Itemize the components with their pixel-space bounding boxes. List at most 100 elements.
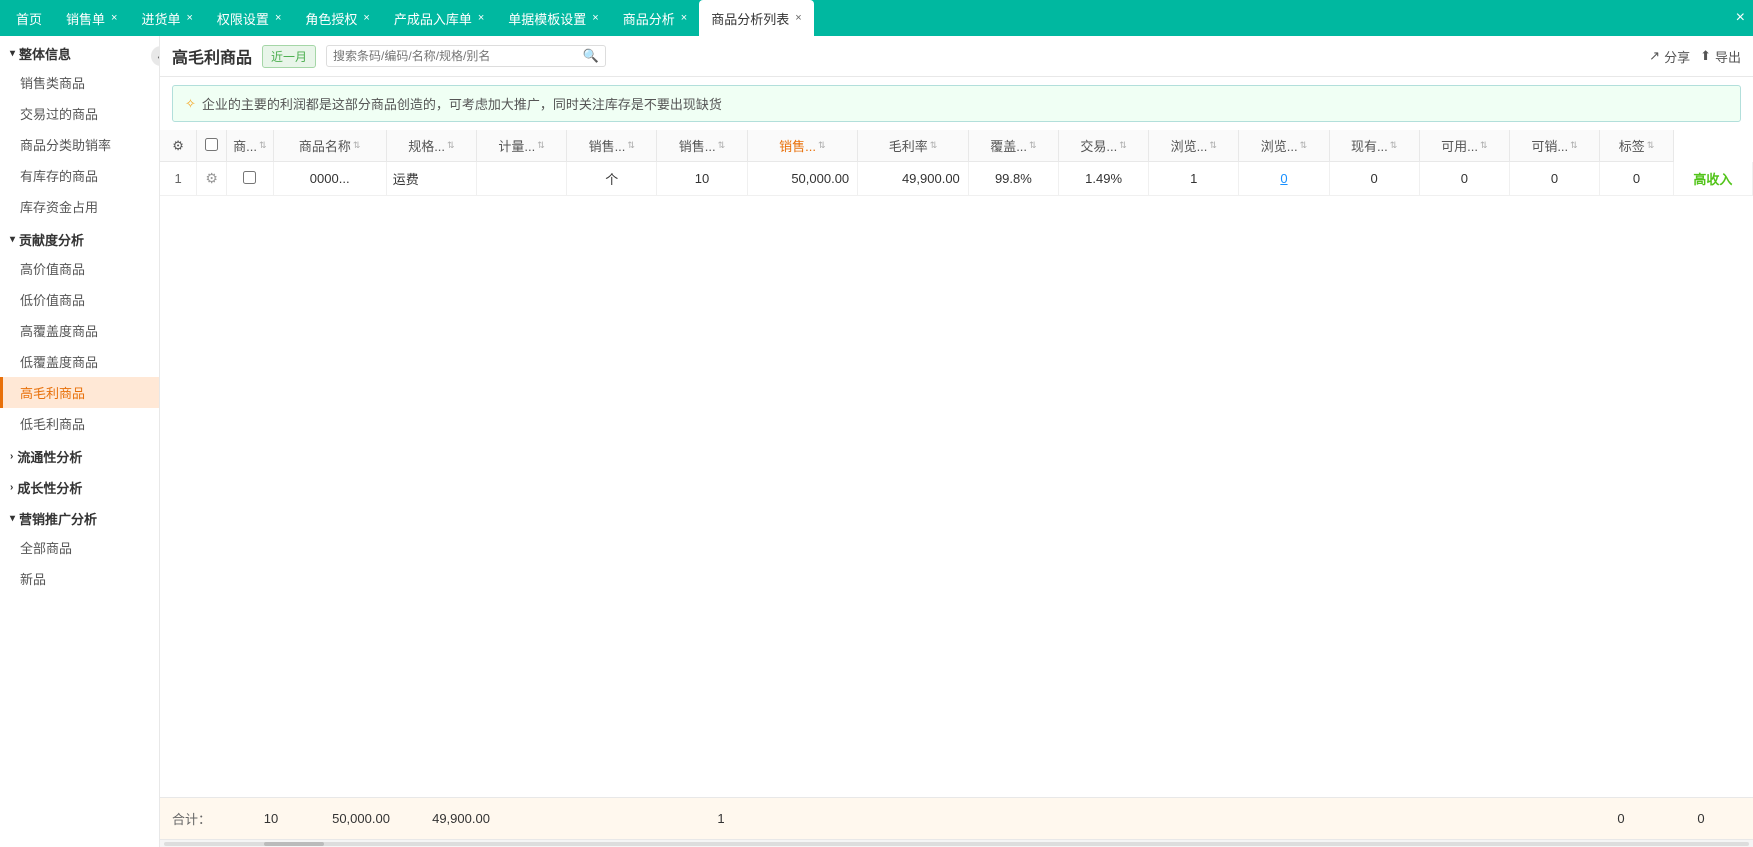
sidebar-item-all-goods[interactable]: 全部商品 bbox=[0, 532, 159, 563]
row-checkbox-cell[interactable] bbox=[227, 162, 273, 196]
col-sales1[interactable]: 销售... ⇅ bbox=[567, 130, 657, 162]
footer-available: 0 bbox=[1661, 811, 1741, 826]
row-browse1[interactable]: 0 bbox=[1239, 162, 1329, 196]
col-settings[interactable]: ⚙ bbox=[160, 130, 197, 162]
col-spec[interactable]: 规格... ⇅ bbox=[386, 130, 476, 162]
close-all-btn[interactable]: × bbox=[1736, 9, 1745, 27]
col-code[interactable]: 商... ⇅ bbox=[227, 130, 273, 162]
col-coverage[interactable]: 覆盖... ⇅ bbox=[968, 130, 1058, 162]
close-template-settings[interactable]: × bbox=[592, 12, 598, 24]
col-spec-sort-icon: ⇅ bbox=[447, 140, 455, 151]
main-container: « ▾ 整体信息 销售类商品 交易过的商品 商品分类助销率 有库存的商品 库存资… bbox=[0, 36, 1753, 847]
sidebar-group-flow[interactable]: › 流通性分析 bbox=[0, 439, 159, 470]
col-name[interactable]: 商品名称 ⇅ bbox=[273, 130, 386, 162]
footer-total-label: 合计： bbox=[172, 809, 211, 828]
row-sales3: 49,900.00 bbox=[858, 162, 969, 196]
search-icon[interactable]: 🔍 bbox=[583, 48, 599, 64]
col-transactions[interactable]: 交易... ⇅ bbox=[1058, 130, 1148, 162]
scrollbar-area[interactable] bbox=[160, 839, 1753, 847]
sidebar-item-low-coverage[interactable]: 低覆盖度商品 bbox=[0, 346, 159, 377]
page-title: 高毛利商品 bbox=[172, 44, 252, 68]
sidebar-group-contribution[interactable]: ▾ 贡献度分析 bbox=[0, 222, 159, 253]
row-sales2: 50,000.00 bbox=[747, 162, 858, 196]
col-browse1-sort-icon: ⇅ bbox=[1209, 140, 1217, 151]
nav-goods-analysis-list[interactable]: 商品分析列表 × bbox=[699, 0, 813, 36]
sidebar-item-high-coverage[interactable]: 高覆盖度商品 bbox=[0, 315, 159, 346]
row-checkbox[interactable] bbox=[243, 171, 256, 184]
sidebar-item-new-goods[interactable]: 新品 bbox=[0, 563, 159, 594]
close-sales-order[interactable]: × bbox=[111, 12, 117, 24]
nav-role-auth[interactable]: 角色授权 × bbox=[293, 0, 381, 36]
col-sales3[interactable]: 销售... ⇅ bbox=[747, 130, 858, 162]
col-transactions-sort-icon: ⇅ bbox=[1119, 140, 1127, 151]
nav-template-settings[interactable]: 单据模板设置 × bbox=[496, 0, 610, 36]
col-unit-sort-icon: ⇅ bbox=[537, 140, 545, 151]
footer-sales2: 50,000.00 bbox=[311, 811, 411, 826]
sidebar-group-growth[interactable]: › 成长性分析 bbox=[0, 470, 159, 501]
col-sales2-sort-icon: ⇅ bbox=[718, 140, 726, 151]
col-browse2[interactable]: 浏览... ⇅ bbox=[1239, 130, 1329, 162]
row-code: 0000... bbox=[273, 162, 386, 196]
col-browse2-sort-icon: ⇅ bbox=[1300, 140, 1308, 151]
close-product-instock[interactable]: × bbox=[478, 12, 484, 24]
export-btn[interactable]: ⬆ 导出 bbox=[1700, 47, 1741, 66]
tip-icon: ✧ bbox=[185, 96, 196, 112]
sidebar-item-traded-goods[interactable]: 交易过的商品 bbox=[0, 98, 159, 129]
row-browse2: 0 bbox=[1329, 162, 1419, 196]
tip-bar: ✧ 企业的主要的利润都是这部分商品创造的，可考虑加大推广，同时关注库存是不要出现… bbox=[172, 85, 1741, 122]
row-sales1: 10 bbox=[657, 162, 747, 196]
nav-purchase-order[interactable]: 进货单 × bbox=[129, 0, 204, 36]
goods-table: ⚙ 商... ⇅ 商品名称 bbox=[160, 130, 1753, 196]
share-btn[interactable]: ↗ 分享 bbox=[1649, 47, 1690, 66]
sidebar-item-low-margin[interactable]: 低毛利商品 bbox=[0, 408, 159, 439]
close-role-auth[interactable]: × bbox=[363, 12, 369, 24]
close-goods-analysis-list[interactable]: × bbox=[795, 12, 801, 24]
col-gross-rate[interactable]: 毛利率 ⇅ bbox=[858, 130, 969, 162]
col-saleable[interactable]: 可销... ⇅ bbox=[1509, 130, 1599, 162]
col-sales2[interactable]: 销售... ⇅ bbox=[657, 130, 747, 162]
search-box: 🔍 bbox=[326, 45, 606, 67]
close-permission-settings[interactable]: × bbox=[275, 12, 281, 24]
sidebar-item-high-margin[interactable]: 高毛利商品 bbox=[0, 377, 159, 408]
top-nav: 首页 销售单 × 进货单 × 权限设置 × 角色授权 × 产成品入库单 × 单据… bbox=[0, 0, 1753, 36]
nav-goods-analysis[interactable]: 商品分析 × bbox=[611, 0, 699, 36]
row-coverage: 1.49% bbox=[1058, 162, 1148, 196]
select-all-checkbox[interactable] bbox=[205, 138, 218, 151]
content-header: 高毛利商品 近一月 🔍 ↗ 分享 ⬆ 导出 bbox=[160, 36, 1753, 77]
row-current: 0 bbox=[1419, 162, 1509, 196]
search-input[interactable] bbox=[333, 49, 583, 63]
row-settings[interactable]: ⚙ bbox=[197, 162, 227, 196]
col-tag[interactable]: 标签 ⇅ bbox=[1600, 130, 1674, 162]
filter-recent-month-btn[interactable]: 近一月 bbox=[262, 45, 316, 68]
nav-permission-settings[interactable]: 权限设置 × bbox=[205, 0, 293, 36]
nav-sales-order[interactable]: 销售单 × bbox=[54, 0, 129, 36]
close-goods-analysis[interactable]: × bbox=[681, 12, 687, 24]
contribution-arrow: ▾ bbox=[10, 234, 15, 245]
sidebar-group-marketing[interactable]: ▾ 营销推广分析 bbox=[0, 501, 159, 532]
col-unit[interactable]: 计量... ⇅ bbox=[476, 130, 566, 162]
row-gross-rate: 99.8% bbox=[968, 162, 1058, 196]
nav-home[interactable]: 首页 bbox=[4, 0, 54, 36]
nav-product-instock[interactable]: 产成品入库单 × bbox=[382, 0, 496, 36]
col-available[interactable]: 可用... ⇅ bbox=[1419, 130, 1509, 162]
sidebar-item-stock-capital[interactable]: 库存资金占用 bbox=[0, 191, 159, 222]
sidebar-item-sales-goods[interactable]: 销售类商品 bbox=[0, 67, 159, 98]
sidebar-item-low-value[interactable]: 低价值商品 bbox=[0, 284, 159, 315]
col-checkbox[interactable] bbox=[197, 130, 227, 162]
sidebar-item-category-rate[interactable]: 商品分类助销率 bbox=[0, 129, 159, 160]
row-name: 运费 bbox=[386, 162, 476, 196]
export-icon: ⬆ bbox=[1700, 48, 1711, 64]
col-browse1[interactable]: 浏览... ⇅ bbox=[1149, 130, 1239, 162]
row-tag: 高收入 bbox=[1673, 162, 1752, 196]
row-transactions: 1 bbox=[1149, 162, 1239, 196]
table-wrapper[interactable]: ⚙ 商... ⇅ 商品名称 bbox=[160, 130, 1753, 797]
sidebar-item-stock-goods[interactable]: 有库存的商品 bbox=[0, 160, 159, 191]
footer-bar: 合计： 10 50,000.00 49,900.00 1 0 0 bbox=[160, 797, 1753, 839]
sidebar-group-overall[interactable]: ▾ 整体信息 bbox=[0, 36, 159, 67]
col-current[interactable]: 现有... ⇅ bbox=[1329, 130, 1419, 162]
col-name-sort-icon: ⇅ bbox=[353, 140, 361, 151]
col-saleable-sort-icon: ⇅ bbox=[1570, 140, 1578, 151]
close-purchase-order[interactable]: × bbox=[186, 12, 192, 24]
sidebar-item-high-value[interactable]: 高价值商品 bbox=[0, 253, 159, 284]
scrollbar-thumb[interactable] bbox=[264, 842, 324, 846]
